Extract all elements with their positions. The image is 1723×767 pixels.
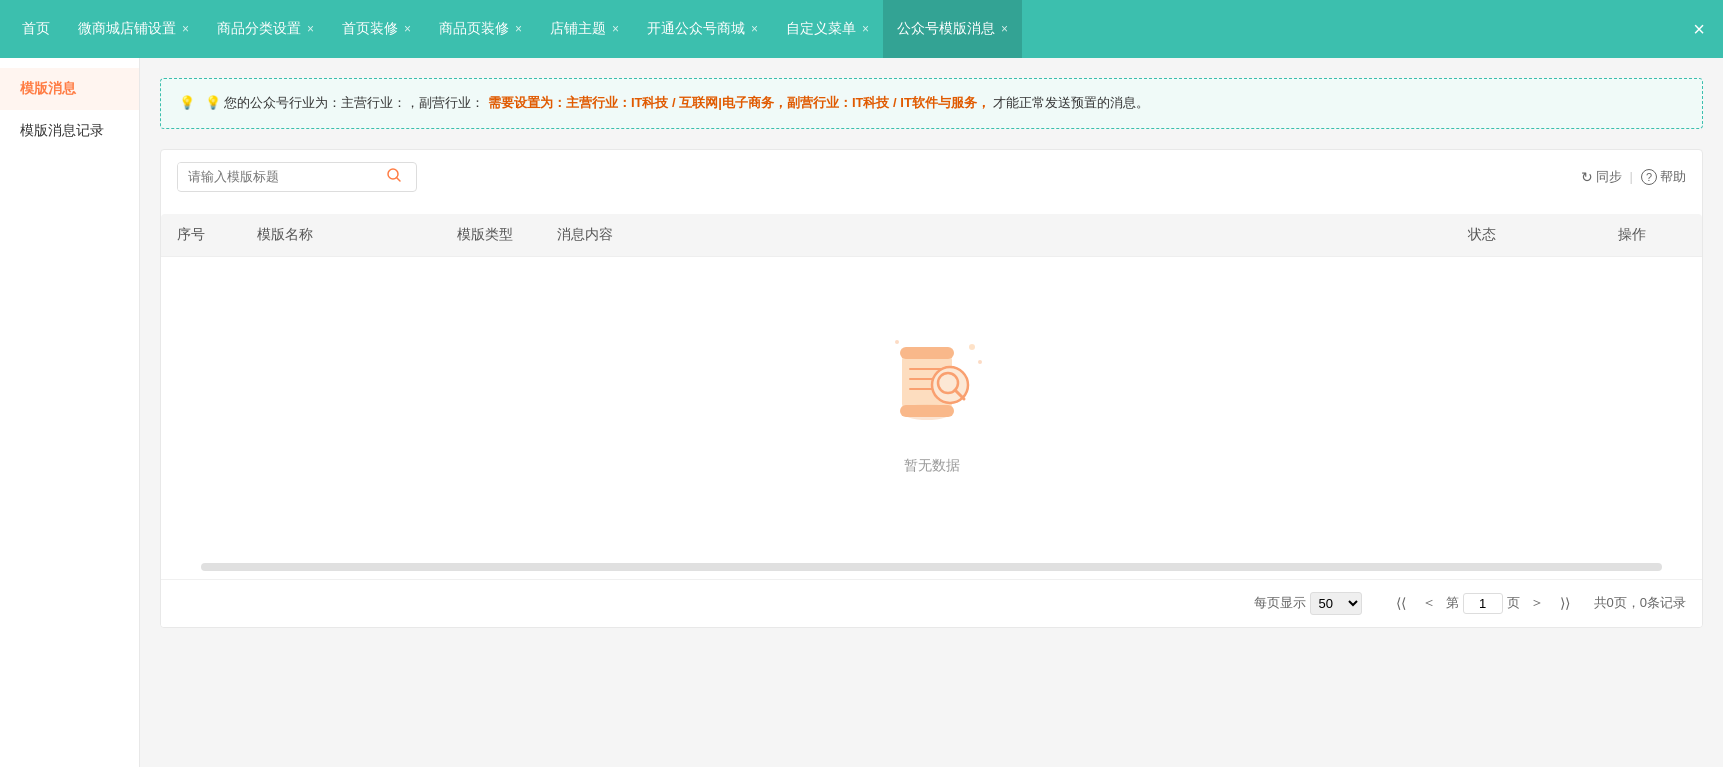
close-icon-custom-menu[interactable]: × bbox=[862, 22, 869, 36]
svg-rect-4 bbox=[900, 347, 954, 359]
nav-tab-shop-settings-label: 微商城店铺设置 bbox=[78, 20, 176, 38]
svg-rect-5 bbox=[900, 405, 954, 417]
first-page-button[interactable]: ⟨⟨ bbox=[1390, 593, 1412, 613]
table-container: ↻ 同步 | ? 帮助 序号 bbox=[160, 149, 1703, 628]
sidebar-item-template-record-label: 模版消息记录 bbox=[20, 122, 104, 138]
page-number-input[interactable] bbox=[1463, 593, 1503, 614]
sync-button[interactable]: ↻ 同步 bbox=[1581, 168, 1622, 186]
nav-tab-store-theme[interactable]: 店铺主题 × bbox=[536, 0, 633, 58]
col-header-action: 操作 bbox=[1602, 214, 1702, 257]
nav-tab-open-mall[interactable]: 开通公众号商城 × bbox=[633, 0, 772, 58]
sidebar-item-template-record[interactable]: 模版消息记录 bbox=[0, 110, 139, 152]
total-info: 共0页，0条记录 bbox=[1594, 594, 1686, 612]
sidebar-item-template-message[interactable]: 模版消息 bbox=[0, 68, 139, 110]
empty-text: 暂无数据 bbox=[181, 457, 1682, 475]
search-box bbox=[177, 162, 417, 192]
close-icon-home-decor[interactable]: × bbox=[404, 22, 411, 36]
main-layout: 模版消息 模版消息记录 💡 💡 您的公众号行业为：主营行业：，副营行业： 需要设… bbox=[0, 58, 1723, 767]
next-page-button[interactable]: ＞ bbox=[1524, 592, 1550, 614]
search-icon bbox=[386, 167, 402, 183]
page-size-label: 每页显示 bbox=[1254, 594, 1306, 612]
table-header-row: 序号 模版名称 模版类型 消息内容 状态 bbox=[161, 214, 1702, 257]
nav-tab-category-settings-label: 商品分类设置 bbox=[217, 20, 301, 38]
nav-tab-product-decor-label: 商品页装修 bbox=[439, 20, 509, 38]
sync-icon: ↻ bbox=[1581, 169, 1593, 185]
last-page-button[interactable]: ⟩⟩ bbox=[1554, 593, 1576, 613]
toolbar: ↻ 同步 | ? 帮助 bbox=[161, 150, 1702, 204]
close-icon-template-msg[interactable]: × bbox=[1001, 22, 1008, 36]
page-size-dropdown[interactable]: 10 20 50 100 bbox=[1310, 592, 1362, 615]
pager: ⟨⟨ ＜ 第 页 ＞ ⟩⟩ bbox=[1390, 592, 1576, 614]
empty-state: 暂无数据 bbox=[161, 257, 1702, 555]
nav-tab-shop-settings[interactable]: 微商城店铺设置 × bbox=[64, 0, 203, 58]
svg-point-13 bbox=[978, 360, 982, 364]
global-close-button[interactable]: × bbox=[1683, 18, 1715, 41]
content-area: 💡 💡 您的公众号行业为：主营行业：，副营行业： 需要设置为：主营行业：IT科技… bbox=[140, 58, 1723, 767]
sidebar: 模版消息 模版消息记录 bbox=[0, 58, 140, 767]
col-header-content: 消息内容 bbox=[541, 214, 1452, 257]
nav-tab-open-mall-label: 开通公众号商城 bbox=[647, 20, 745, 38]
svg-point-12 bbox=[969, 344, 975, 350]
prev-page-button[interactable]: ＜ bbox=[1416, 592, 1442, 614]
nav-tab-store-theme-label: 店铺主题 bbox=[550, 20, 606, 38]
help-label: 帮助 bbox=[1660, 168, 1686, 186]
top-nav: 首页 微商城店铺设置 × 商品分类设置 × 首页装修 × 商品页装修 × 店铺主… bbox=[0, 0, 1723, 58]
nav-tab-home[interactable]: 首页 bbox=[8, 0, 64, 58]
col-header-type: 模版类型 bbox=[441, 214, 541, 257]
sidebar-item-template-message-label: 模版消息 bbox=[20, 80, 76, 96]
nav-tab-home-decor[interactable]: 首页装修 × bbox=[328, 0, 425, 58]
toolbar-divider: | bbox=[1630, 169, 1633, 184]
notice-prefix: 💡 您的公众号行业为：主营行业：，副营行业： bbox=[205, 95, 485, 110]
page-label-after: 页 bbox=[1507, 594, 1520, 612]
search-input[interactable] bbox=[178, 163, 378, 190]
close-icon-store-theme[interactable]: × bbox=[612, 22, 619, 36]
close-icon-shop-settings[interactable]: × bbox=[182, 22, 189, 36]
bulb-icon: 💡 bbox=[179, 95, 195, 110]
nav-tab-product-decor[interactable]: 商品页装修 × bbox=[425, 0, 536, 58]
pagination: 每页显示 10 20 50 100 ⟨⟨ ＜ 第 页 ＞ ⟩⟩ bbox=[161, 579, 1702, 627]
empty-illustration bbox=[872, 317, 992, 437]
close-icon-open-mall[interactable]: × bbox=[751, 22, 758, 36]
horizontal-scrollbar[interactable] bbox=[201, 563, 1662, 571]
page-label-before: 第 bbox=[1446, 594, 1459, 612]
nav-tab-template-msg-label: 公众号模版消息 bbox=[897, 20, 995, 38]
notice-banner: 💡 💡 您的公众号行业为：主营行业：，副营行业： 需要设置为：主营行业：IT科技… bbox=[160, 78, 1703, 129]
nav-tab-home-label: 首页 bbox=[22, 20, 50, 38]
toolbar-right: ↻ 同步 | ? 帮助 bbox=[1581, 168, 1686, 186]
nav-tab-custom-menu-label: 自定义菜单 bbox=[786, 20, 856, 38]
nav-tab-template-msg[interactable]: 公众号模版消息 × bbox=[883, 0, 1022, 58]
scrollbar-area bbox=[161, 555, 1702, 579]
nav-tab-category-settings[interactable]: 商品分类设置 × bbox=[203, 0, 328, 58]
page-size-select: 每页显示 10 20 50 100 bbox=[1254, 592, 1362, 615]
help-button[interactable]: ? 帮助 bbox=[1641, 168, 1686, 186]
notice-suffix: 才能正常发送预置的消息。 bbox=[993, 95, 1149, 110]
nav-tab-custom-menu[interactable]: 自定义菜单 × bbox=[772, 0, 883, 58]
svg-line-1 bbox=[397, 177, 401, 181]
col-header-status: 状态 bbox=[1452, 214, 1602, 257]
search-button[interactable] bbox=[378, 163, 410, 191]
col-header-name: 模版名称 bbox=[241, 214, 441, 257]
notice-highlight: 需要设置为：主营行业：IT科技 / 互联网|电子商务，副营行业：IT科技 / I… bbox=[488, 95, 990, 110]
close-icon-product-decor[interactable]: × bbox=[515, 22, 522, 36]
close-icon-category-settings[interactable]: × bbox=[307, 22, 314, 36]
help-icon: ? bbox=[1641, 169, 1657, 185]
data-table: 序号 模版名称 模版类型 消息内容 状态 bbox=[161, 214, 1702, 555]
svg-point-14 bbox=[895, 340, 899, 344]
col-header-seq: 序号 bbox=[161, 214, 241, 257]
nav-tab-home-decor-label: 首页装修 bbox=[342, 20, 398, 38]
sync-label: 同步 bbox=[1596, 168, 1622, 186]
